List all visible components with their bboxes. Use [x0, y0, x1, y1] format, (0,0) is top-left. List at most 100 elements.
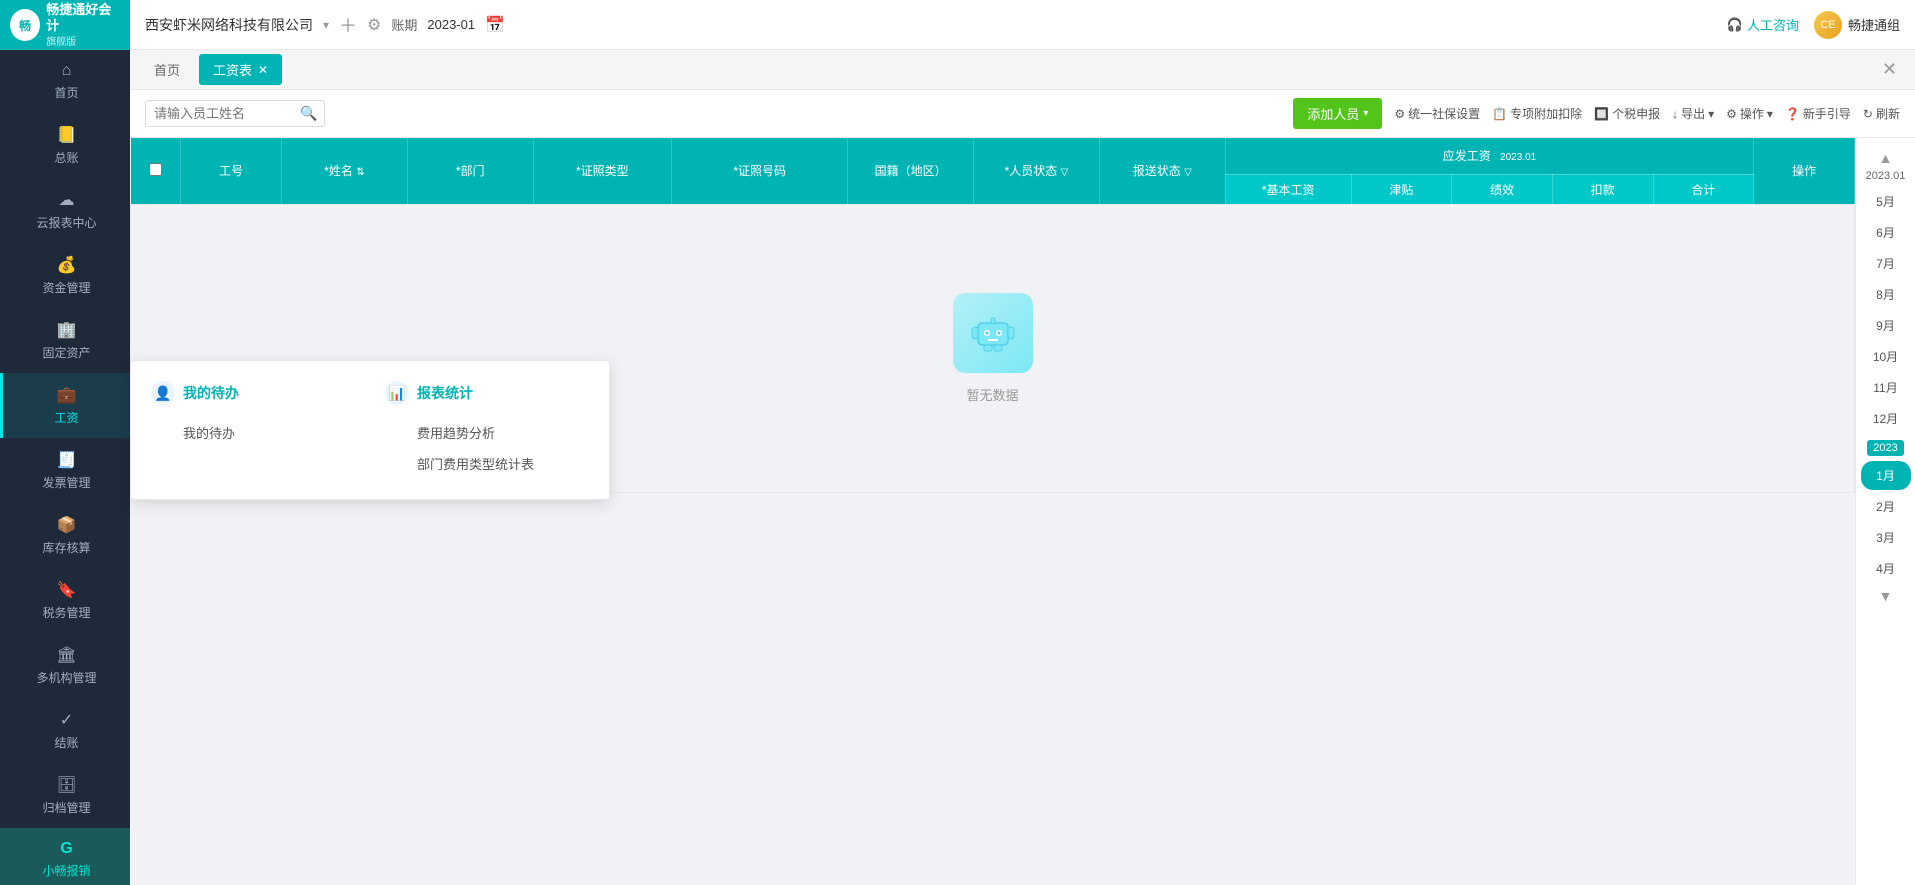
search-icon[interactable]: 🔍: [300, 105, 317, 122]
th-person-status: *人员状态 ▽: [974, 138, 1100, 204]
sidebar-item-checkout[interactable]: ✓ 结账: [0, 698, 130, 763]
popup-col-todo: 👤 我的待办 我的待办: [151, 381, 355, 479]
month-item-6[interactable]: 6月: [1861, 218, 1911, 247]
tax-report-button[interactable]: 🔲 个税申报: [1594, 105, 1660, 122]
popup-item-expense-trend[interactable]: 费用趋势分析: [385, 417, 589, 448]
month-item-4[interactable]: 4月: [1861, 554, 1911, 583]
sidebar-item-archive[interactable]: 🗄 归档管理: [0, 763, 130, 828]
calendar-icon[interactable]: 📅: [485, 15, 505, 35]
toolbar: 🔍 添加人员 ▾ ⚙ 统一社保设置 📋 专项附加扣除 🔲 个税申报 ↓ 导出: [130, 90, 1915, 138]
sidebar-item-salary[interactable]: 💼 工资: [0, 373, 130, 438]
sidebar-item-multi-org[interactable]: 🏛 多机构管理: [0, 633, 130, 698]
logo-icon: 畅: [10, 9, 40, 41]
tab-salary[interactable]: 工资表 ✕: [199, 54, 282, 85]
sidebar-item-expense[interactable]: G 小畅报销: [0, 828, 130, 885]
sidebar-item-fixed-assets[interactable]: 🏢 固定资产: [0, 308, 130, 373]
period-label: 账期: [391, 15, 417, 34]
month-item-8[interactable]: 8月: [1861, 280, 1911, 309]
sidebar-item-invoice[interactable]: 🧾 发票管理: [0, 438, 130, 503]
guide-icon: ❓: [1785, 107, 1800, 121]
user-menu[interactable]: CE 畅捷通组: [1814, 11, 1900, 39]
ledger-icon: 📒: [57, 125, 77, 145]
sidebar-item-tax[interactable]: 🔖 税务管理: [0, 568, 130, 633]
multi-org-icon: 🏛: [56, 645, 76, 665]
company-dropdown-icon[interactable]: ▾: [323, 18, 329, 32]
archive-icon: 🗄: [56, 775, 76, 795]
sidebar-item-home[interactable]: ⌂ 首页: [0, 50, 130, 113]
tab-home[interactable]: 首页: [140, 54, 194, 85]
add-person-button[interactable]: 添加人员 ▾: [1293, 98, 1382, 129]
toolbar-actions: 添加人员 ▾ ⚙ 统一社保设置 📋 专项附加扣除 🔲 个税申报 ↓ 导出 ▾ ⚙: [1293, 98, 1900, 129]
special-deduction-button[interactable]: 📋 专项附加扣除: [1492, 105, 1582, 122]
th-allowance: 津贴: [1351, 174, 1452, 204]
popup-col-reports-title: 📊 报表统计: [385, 381, 589, 405]
filter-person-status-icon[interactable]: ▽: [1061, 167, 1069, 178]
operations-dropdown-icon: ▾: [1767, 107, 1773, 121]
month-panel-down-nav[interactable]: ▼: [1875, 584, 1897, 608]
export-dropdown-icon: ▾: [1708, 107, 1714, 121]
fixed-assets-icon: 🏢: [57, 320, 77, 340]
inventory-icon: 📦: [57, 515, 77, 535]
export-button[interactable]: ↓ 导出 ▾: [1672, 105, 1714, 122]
sidebar-nav: ⌂ 首页 📒 总账 ☁ 云报表中心 💰 资金管理 🏢 固定资产 💼 工资 🧾 发…: [0, 50, 130, 885]
add-person-dropdown-icon: ▾: [1363, 108, 1368, 119]
refresh-button[interactable]: ↻ 刷新: [1863, 105, 1900, 122]
content-area: 工号 *姓名 ⇅ *部门 *证照类型 *证照号码: [130, 138, 1915, 885]
tax-icon: 🔖: [57, 580, 77, 600]
month-panel-up-nav[interactable]: ▲: [1875, 146, 1897, 170]
topbar: 西安虾米网络科技有限公司 ▾ ＋ ⚙ 账期 2023-01 📅 🎧 人工咨询 C…: [130, 0, 1915, 50]
tabbar: 首页 工资表 ✕ ✕: [130, 50, 1915, 90]
month-item-11[interactable]: 11月: [1861, 373, 1911, 402]
month-item-10[interactable]: 10月: [1861, 342, 1911, 371]
sort-name-icon[interactable]: ⇅: [356, 167, 364, 178]
social-security-button[interactable]: ⚙ 统一社保设置: [1394, 105, 1480, 122]
refresh-icon: ↻: [1863, 107, 1873, 121]
period-value[interactable]: 2023-01: [427, 17, 475, 32]
th-checkbox[interactable]: [131, 138, 181, 204]
sidebar-item-fund-mgmt[interactable]: 💰 资金管理: [0, 243, 130, 308]
month-item-12[interactable]: 12月: [1861, 404, 1911, 433]
filter-report-status-icon[interactable]: ▽: [1184, 167, 1192, 178]
operations-button[interactable]: ⚙ 操作 ▾: [1726, 105, 1773, 122]
sidebar-item-ledger[interactable]: 📒 总账: [0, 113, 130, 178]
window-close-button[interactable]: ✕: [1874, 55, 1905, 84]
month-panel-year2: 2023: [1867, 440, 1903, 456]
popup-item-dept-expense[interactable]: 部门费用类型统计表: [385, 448, 589, 479]
company-name: 西安虾米网络科技有限公司: [145, 15, 313, 35]
th-id-type: *证照类型: [533, 138, 671, 204]
search-input[interactable]: [154, 106, 294, 121]
month-item-5[interactable]: 5月: [1861, 187, 1911, 216]
avatar: CE: [1814, 11, 1842, 39]
special-deduction-icon: 📋: [1492, 107, 1507, 121]
th-base-wage: *基本工资: [1225, 174, 1351, 204]
popup-item-my-todo[interactable]: 我的待办: [151, 417, 355, 448]
topbar-right: 🎧 人工咨询 CE 畅捷通组: [1727, 11, 1900, 39]
search-box: 🔍: [145, 100, 325, 127]
popup-col-reports: 📊 报表统计 费用趋势分析 部门费用类型统计表: [385, 381, 589, 479]
sidebar-item-cloud-reports[interactable]: ☁ 云报表中心: [0, 178, 130, 243]
table-area: 工号 *姓名 ⇅ *部门 *证照类型 *证照号码: [130, 138, 1855, 885]
sidebar-item-inventory[interactable]: 📦 库存核算: [0, 503, 130, 568]
service-button[interactable]: 🎧 人工咨询: [1727, 15, 1799, 34]
month-item-7[interactable]: 7月: [1861, 249, 1911, 278]
guide-button[interactable]: ❓ 新手引导: [1785, 105, 1851, 122]
company-settings-icon[interactable]: ⚙: [367, 15, 381, 35]
th-dept: *部门: [407, 138, 533, 204]
tab-close-salary[interactable]: ✕: [258, 63, 268, 77]
add-company-button[interactable]: ＋: [339, 12, 357, 38]
select-all-checkbox[interactable]: [149, 163, 162, 176]
empty-text: 暂无数据: [966, 385, 1018, 404]
home-icon: ⌂: [62, 62, 72, 80]
month-item-3[interactable]: 3月: [1861, 523, 1911, 552]
year-label: 2023.01: [1500, 152, 1536, 163]
export-icon: ↓: [1672, 107, 1678, 121]
th-name: *姓名 ⇅: [281, 138, 407, 204]
month-item-2[interactable]: 2月: [1861, 492, 1911, 521]
invoice-icon: 🧾: [57, 450, 77, 470]
month-item-9[interactable]: 9月: [1861, 311, 1911, 340]
month-item-1[interactable]: 1月: [1861, 461, 1911, 490]
salary-icon: 💼: [57, 385, 77, 405]
th-salary-group: 应发工资 2023.01: [1225, 138, 1753, 174]
logo-text: 畅捷通好会计 旗舰版: [46, 2, 120, 48]
operations-icon: ⚙: [1726, 107, 1737, 121]
